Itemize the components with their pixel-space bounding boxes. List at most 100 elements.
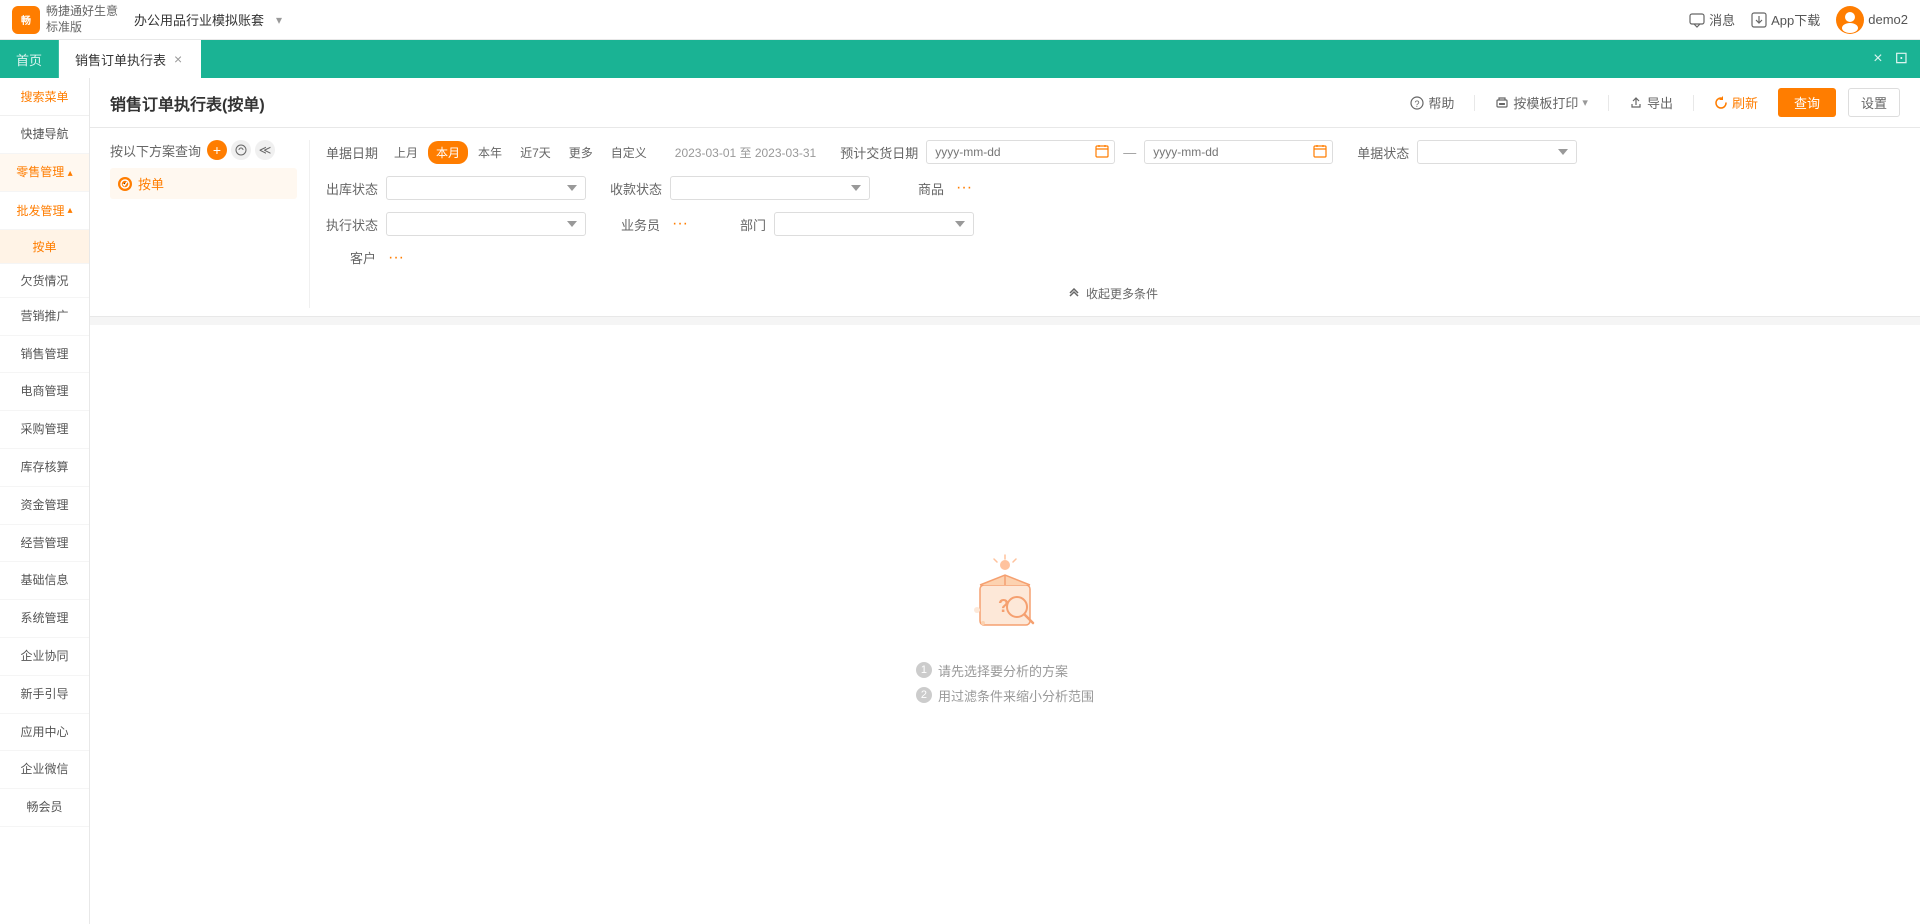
order-status-dropdown-wrap bbox=[1417, 140, 1577, 164]
sidebar-quick-nav[interactable]: 快捷导航 bbox=[0, 116, 89, 154]
tab-bar: 首页 销售订单执行表 × × ⊡ bbox=[0, 40, 1920, 78]
template-print-btn[interactable]: 按模板打印 ▾ bbox=[1487, 89, 1596, 116]
filter-group-delivery-date: 预计交货日期 — bbox=[840, 140, 1333, 164]
filter-row-2: 出库状态 收款状态 bbox=[326, 176, 1900, 200]
sidebar-item-wechat[interactable]: 企业微信 bbox=[0, 751, 89, 789]
exec-status-label: 执行状态 bbox=[326, 215, 378, 234]
filter-row-4: 客户 ··· bbox=[326, 248, 1900, 267]
page-title: 销售订单执行表(按单) bbox=[110, 91, 265, 115]
nav-title: 办公用品行业模拟账套 bbox=[134, 10, 264, 29]
date-tab-this-year[interactable]: 本年 bbox=[470, 141, 510, 164]
filter-scheme-dot bbox=[118, 177, 132, 191]
payment-status-dropdown-wrap bbox=[670, 176, 870, 200]
sidebar-item-marketing[interactable]: 营销推广 bbox=[0, 298, 89, 336]
filter-group-customer: 客户 ··· bbox=[326, 248, 408, 267]
filter-row-3: 执行状态 业务员 ··· 部门 bbox=[326, 212, 1900, 236]
nav-dropdown-icon[interactable]: ▾ bbox=[276, 13, 282, 27]
sidebar-item-apps[interactable]: 应用中心 bbox=[0, 714, 89, 752]
empty-tip-1: 1 请先选择要分析的方案 bbox=[916, 661, 1094, 680]
order-date-label: 单据日期 bbox=[326, 143, 378, 162]
date-tab-last-month[interactable]: 上月 bbox=[386, 141, 426, 164]
tab-bar-actions: × ⊡ bbox=[1861, 40, 1920, 78]
sidebar-item-ecommerce[interactable]: 电商管理 bbox=[0, 373, 89, 411]
sidebar-sub-press-order[interactable]: 按单 bbox=[0, 230, 89, 264]
filter-scheme-press-order[interactable]: 按单 bbox=[110, 168, 297, 199]
filter-edit-scheme-btn[interactable] bbox=[231, 140, 251, 160]
sidebar-item-purchase[interactable]: 采购管理 bbox=[0, 411, 89, 449]
calendar-icon-end[interactable] bbox=[1313, 144, 1327, 161]
sidebar-item-wholesale[interactable]: 批发管理 ▴ bbox=[0, 192, 89, 230]
delivery-status-dropdown-wrap bbox=[386, 176, 586, 200]
settings-btn[interactable]: 设置 bbox=[1848, 88, 1900, 117]
avatar bbox=[1836, 6, 1864, 34]
main-layout: 搜索菜单 快捷导航 零售管理 ▴ 批发管理 ▴ 按单 欠货情况 营销推广 销售管… bbox=[0, 78, 1920, 924]
query-btn[interactable]: 查询 bbox=[1778, 88, 1836, 117]
sidebar-item-member[interactable]: 畅会员 bbox=[0, 789, 89, 827]
delivery-date-range: — bbox=[926, 140, 1333, 164]
filter-add-scheme-btn[interactable]: + bbox=[207, 140, 227, 160]
sidebar-item-basic[interactable]: 基础信息 bbox=[0, 562, 89, 600]
header-right: 消息 App下载 demo2 bbox=[1689, 6, 1908, 34]
date-tab-custom[interactable]: 自定义 bbox=[603, 141, 655, 164]
sidebar-item-retail[interactable]: 零售管理 ▴ bbox=[0, 154, 89, 192]
delivery-date-end[interactable] bbox=[1144, 140, 1333, 164]
date-tabs: 上月 本月 本年 近7天 更多 自定义 bbox=[386, 141, 655, 164]
delivery-status-select[interactable] bbox=[386, 176, 586, 200]
tab-sales-exec[interactable]: 销售订单执行表 × bbox=[59, 40, 201, 78]
sidebar-item-inventory[interactable]: 库存核算 bbox=[0, 449, 89, 487]
filter-group-salesperson: 业务员 ··· bbox=[610, 215, 692, 234]
svg-text:畅: 畅 bbox=[21, 14, 31, 27]
dept-dropdown-wrap bbox=[774, 212, 974, 236]
tab-home[interactable]: 首页 bbox=[0, 40, 59, 78]
filter-area: 按以下方案查询 + ≪ 按单 bbox=[90, 128, 1920, 317]
collapse-more-btn[interactable]: 收起更多条件 bbox=[326, 279, 1900, 308]
logo-area: 畅 畅捷通好生意 标准版 bbox=[12, 4, 118, 35]
delivery-status-label: 出库状态 bbox=[326, 179, 378, 198]
filter-collapse-left-btn[interactable]: ≪ bbox=[255, 140, 275, 160]
sidebar: 搜索菜单 快捷导航 零售管理 ▴ 批发管理 ▴ 按单 欠货情况 营销推广 销售管… bbox=[0, 78, 90, 924]
tab-close-action[interactable]: × bbox=[1873, 51, 1882, 67]
delivery-date-start-wrap bbox=[926, 140, 1115, 164]
date-tab-7days[interactable]: 近7天 bbox=[512, 141, 559, 164]
salesperson-picker-btn[interactable]: ··· bbox=[668, 215, 692, 233]
filter-group-goods: 商品 ··· bbox=[894, 179, 976, 198]
delivery-date-start[interactable] bbox=[926, 140, 1115, 164]
sidebar-item-system[interactable]: 系统管理 bbox=[0, 600, 89, 638]
customer-picker-btn[interactable]: ··· bbox=[384, 249, 408, 267]
exec-status-select[interactable] bbox=[386, 212, 586, 236]
dept-select[interactable] bbox=[774, 212, 974, 236]
payment-status-select[interactable] bbox=[670, 176, 870, 200]
filter-group-exec-status: 执行状态 bbox=[326, 212, 586, 236]
message-btn[interactable]: 消息 bbox=[1689, 10, 1735, 29]
sidebar-sub-owe-goods[interactable]: 欠货情况 bbox=[0, 264, 89, 298]
filter-group-order-status: 单据状态 bbox=[1357, 140, 1577, 164]
divider-1 bbox=[1474, 95, 1475, 111]
sidebar-item-newbie[interactable]: 新手引导 bbox=[0, 676, 89, 714]
filter-group-delivery-status: 出库状态 bbox=[326, 176, 586, 200]
payment-status-label: 收款状态 bbox=[610, 179, 662, 198]
app-download-btn[interactable]: App下载 bbox=[1751, 10, 1820, 29]
date-tab-more[interactable]: 更多 bbox=[561, 141, 601, 164]
help-btn[interactable]: ? 帮助 bbox=[1402, 89, 1462, 116]
order-status-select[interactable] bbox=[1417, 140, 1577, 164]
sidebar-search[interactable]: 搜索菜单 bbox=[0, 78, 89, 116]
sidebar-item-operations[interactable]: 经营管理 bbox=[0, 525, 89, 563]
user-avatar-btn[interactable]: demo2 bbox=[1836, 6, 1908, 34]
tab-restore-action[interactable]: ⊡ bbox=[1895, 51, 1908, 67]
delivery-date-label: 预计交货日期 bbox=[840, 143, 918, 162]
empty-illustration: ? bbox=[955, 545, 1055, 645]
sidebar-item-enterprise[interactable]: 企业协同 bbox=[0, 638, 89, 676]
date-range-text: 2023-03-01 至 2023-03-31 bbox=[675, 144, 816, 161]
divider-2 bbox=[1608, 95, 1609, 111]
sidebar-item-finance[interactable]: 资金管理 bbox=[0, 487, 89, 525]
calendar-icon-start[interactable] bbox=[1095, 144, 1109, 161]
export-btn[interactable]: 导出 bbox=[1621, 89, 1681, 116]
delivery-date-end-wrap bbox=[1144, 140, 1333, 164]
filter-title-icons: + ≪ bbox=[207, 140, 275, 160]
sidebar-item-sales[interactable]: 销售管理 bbox=[0, 336, 89, 374]
logo-text: 畅捷通好生意 标准版 bbox=[46, 4, 118, 35]
refresh-btn[interactable]: 刷新 bbox=[1706, 89, 1766, 116]
tab-close-icon[interactable]: × bbox=[172, 51, 184, 67]
date-tab-this-month[interactable]: 本月 bbox=[428, 141, 468, 164]
goods-picker-btn[interactable]: ··· bbox=[952, 179, 976, 197]
